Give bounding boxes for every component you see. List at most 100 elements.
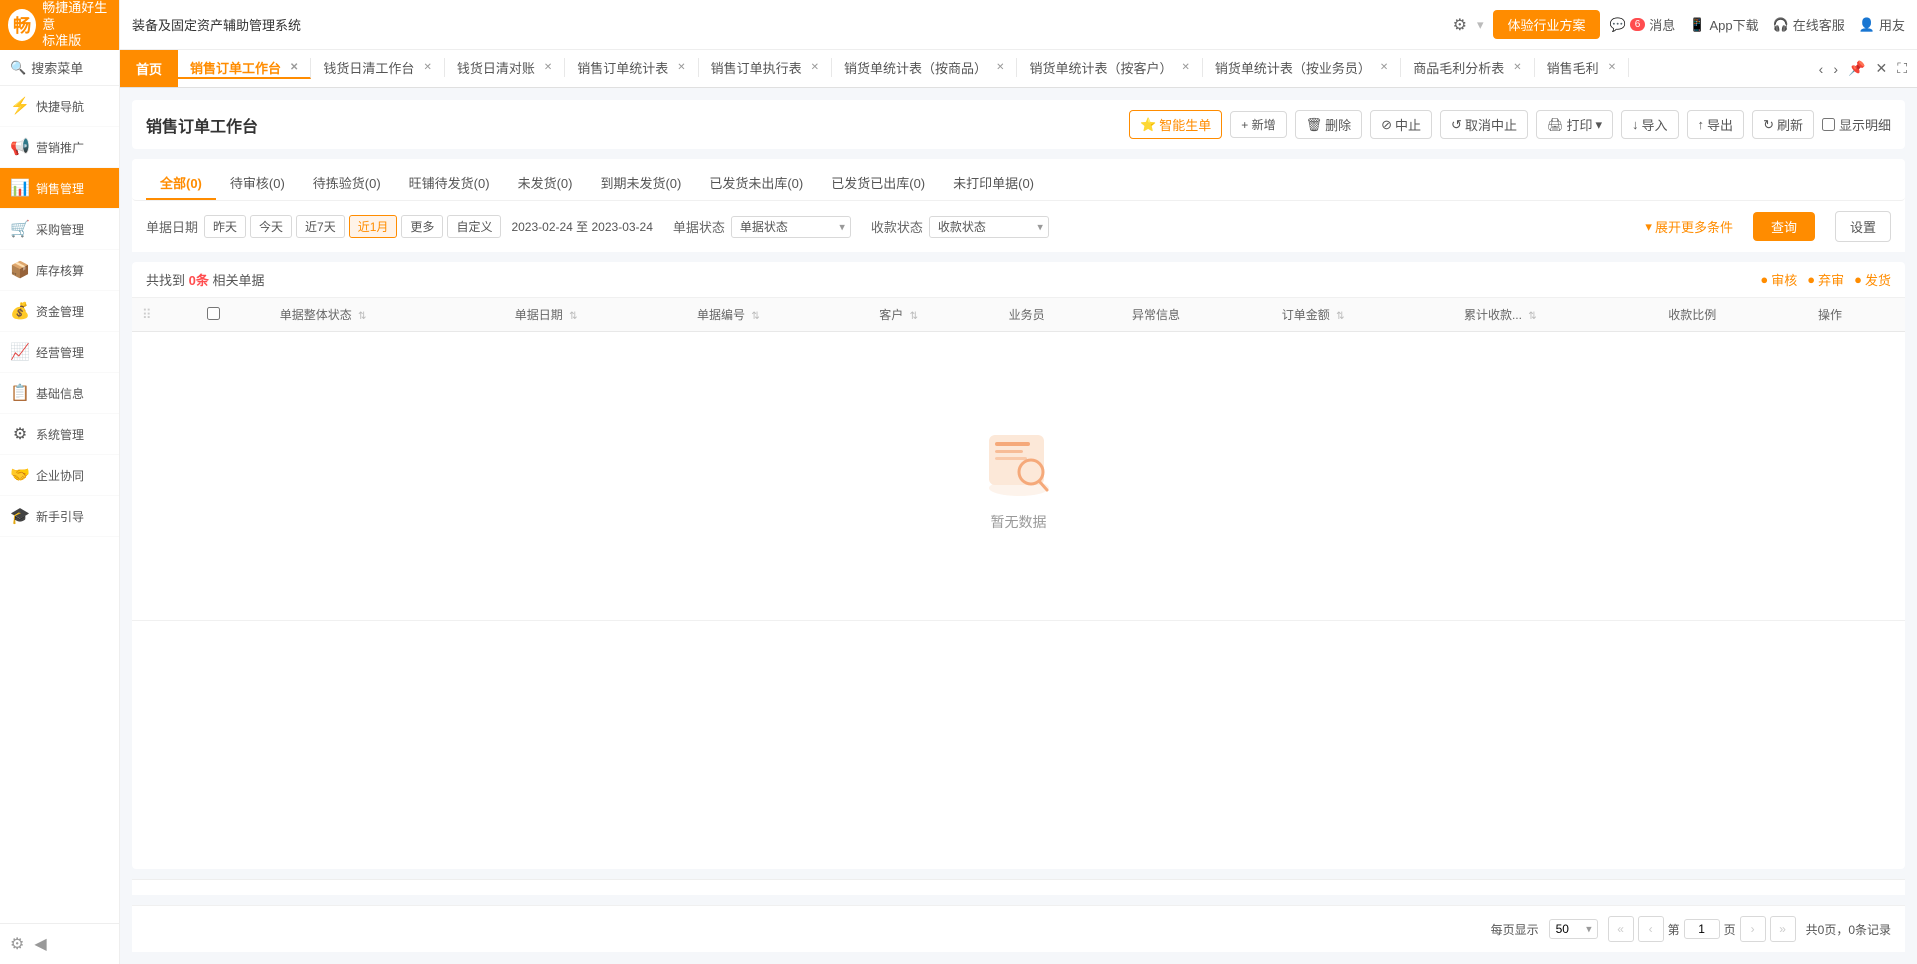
filter-tab-overdue-not-shipped[interactable]: 到期未发货(0) — [586, 167, 695, 200]
setting-btn[interactable]: 设置 — [1835, 211, 1891, 242]
per-page-select[interactable]: 102050100 — [1549, 919, 1598, 939]
tab-scroll-left[interactable]: ‹ — [1815, 59, 1828, 79]
tab-sales-order-workbench[interactable]: 销售订单工作台✕ — [178, 58, 311, 79]
suspend-btn[interactable]: ⊘ 中止 — [1370, 110, 1432, 139]
tab-home[interactable]: 首页 — [120, 50, 178, 87]
tab-close-sales-order-stats[interactable]: ✕ — [677, 62, 685, 73]
ship-action[interactable]: ● 发货 — [1854, 270, 1891, 289]
import-btn[interactable]: ↓ 导入 — [1621, 110, 1679, 139]
sidebar-item-finance[interactable]: 💰资金管理 — [0, 291, 119, 332]
add-btn[interactable]: + 新增 — [1230, 111, 1286, 138]
topbar-user[interactable]: 👤 用友 — [1859, 15, 1905, 34]
collapse-icon[interactable]: ◀ — [34, 934, 46, 954]
filter-tab-not-shipped[interactable]: 未发货(0) — [504, 167, 587, 200]
delete-btn[interactable]: 🗑 删除 — [1295, 110, 1363, 139]
tab-close-cash-goods-reconcile[interactable]: ✕ — [544, 62, 552, 73]
filter-tab-all[interactable]: 全部(0) — [146, 167, 216, 200]
sidebar-item-marketing[interactable]: 📢营销推广 — [0, 127, 119, 168]
sidebar-item-operation[interactable]: 📈经营管理 — [0, 332, 119, 373]
date-btn-more[interactable]: 更多 — [401, 215, 443, 238]
table-empty-cell: 暂无数据 — [132, 332, 1905, 621]
expand-btn[interactable]: ▾ 展开更多条件 — [1645, 217, 1733, 236]
filter-tab-shipped-not-out[interactable]: 已发货未出库(0) — [695, 167, 817, 200]
filter-tab-pending-inspect[interactable]: 待拣验货(0) — [299, 167, 395, 200]
show-detail-checkbox[interactable] — [1822, 118, 1835, 131]
tab-sales-profit[interactable]: 销售毛利✕ — [1535, 58, 1629, 77]
show-detail-label[interactable]: 显示明细 — [1822, 115, 1891, 134]
sidebar-item-system[interactable]: ⚙系统管理 — [0, 414, 119, 455]
topbar-messages[interactable]: 💬 6 消息 — [1610, 15, 1676, 34]
date-btn-custom[interactable]: 自定义 — [447, 215, 501, 238]
tab-sales-order-stats[interactable]: 销售订单统计表✕ — [565, 58, 698, 77]
th-date[interactable]: 单据日期 ⇅ — [505, 298, 687, 332]
tab-cash-daily-clear[interactable]: 钱货日清工作台✕ — [311, 58, 444, 77]
topbar-app-download[interactable]: 📱 App下载 — [1689, 15, 1758, 34]
print-btn[interactable]: 🖨 打印 ▾ — [1536, 110, 1613, 139]
sidebar-item-quick-nav[interactable]: ⚡快捷导航 — [0, 86, 119, 127]
horizontal-scrollbar[interactable] — [132, 879, 1905, 895]
tab-sales-order-exec[interactable]: 销售订单执行表✕ — [699, 58, 832, 77]
review-action[interactable]: ● 审核 — [1760, 270, 1797, 289]
sidebar-item-sales[interactable]: 📊销售管理 — [0, 168, 119, 209]
date-btn-yesterday[interactable]: 昨天 — [204, 215, 246, 238]
th-number[interactable]: 单据编号 ⇅ — [687, 298, 869, 332]
settings-icon[interactable]: ⚙ — [10, 934, 24, 954]
sidebar-item-basic[interactable]: 📋基础信息 — [0, 373, 119, 414]
date-btn-week[interactable]: 近7天 — [296, 215, 345, 238]
filter-tab-shipped-out[interactable]: 已发货已出库(0) — [817, 167, 939, 200]
cancel-suspend-btn[interactable]: ↺ 取消中止 — [1440, 110, 1528, 139]
tab-close-sales-stats-salesman[interactable]: ✕ — [1380, 62, 1388, 73]
first-page-btn[interactable]: « — [1608, 916, 1634, 942]
select-all-checkbox[interactable] — [207, 307, 220, 320]
industry-btn[interactable]: 体验行业方案 — [1493, 10, 1599, 39]
refresh-btn[interactable]: ↻ 刷新 — [1752, 110, 1814, 139]
nav-icon-operation: 📈 — [10, 342, 30, 362]
tab-product-margin[interactable]: 商品毛利分析表✕ — [1401, 58, 1534, 77]
tab-close-sales-order-workbench[interactable]: ✕ — [290, 62, 298, 73]
sidebar-item-inventory[interactable]: 📦库存核算 — [0, 250, 119, 291]
sidebar-item-guide[interactable]: 🎓新手引导 — [0, 496, 119, 537]
tab-close-sales-profit[interactable]: ✕ — [1608, 62, 1616, 73]
page-input[interactable]: 1 — [1684, 919, 1720, 939]
filter-tab-not-printed[interactable]: 未打印单据(0) — [939, 167, 1048, 200]
tab-sales-stats-customer[interactable]: 销货单统计表（按客户）✕ — [1017, 58, 1202, 77]
prev-page-btn[interactable]: ‹ — [1638, 916, 1664, 942]
tab-cash-goods-reconcile[interactable]: 钱货日清对账✕ — [445, 58, 565, 77]
th-status[interactable]: 单据整体状态 ⇅ — [270, 298, 505, 332]
tab-close-sales-order-exec[interactable]: ✕ — [811, 62, 819, 73]
date-btn-today[interactable]: 今天 — [250, 215, 292, 238]
date-btn-month[interactable]: 近1月 — [349, 215, 398, 238]
tab-close-product-margin[interactable]: ✕ — [1513, 62, 1521, 73]
th-order-amount[interactable]: 订单金额 ⇅ — [1272, 298, 1454, 332]
tab-close-cash-daily-clear[interactable]: ✕ — [423, 62, 431, 73]
tab-maximize[interactable]: ⛶ — [1893, 58, 1911, 79]
tab-close-sales-stats-product[interactable]: ✕ — [996, 62, 1004, 73]
topbar-dropdown-icon[interactable]: ▾ — [1477, 17, 1484, 33]
nav-icon-cooperation: 🤝 — [10, 465, 30, 485]
table-meta: 共找到 0条 相关单据 ● 审核 ● 弃审 ● 发货 — [132, 262, 1905, 298]
tab-close-all[interactable]: ✕ — [1871, 58, 1891, 79]
next-page-btn[interactable]: › — [1740, 916, 1766, 942]
sidebar-item-purchase[interactable]: 🛒采购管理 — [0, 209, 119, 250]
topbar-online-service[interactable]: 🎧 在线客服 — [1773, 15, 1845, 34]
sidebar-search[interactable]: 🔍 搜索菜单 — [0, 50, 119, 86]
payment-select[interactable]: 收款状态 — [929, 216, 1049, 238]
status-select[interactable]: 单据状态 — [731, 216, 851, 238]
tab-sales-stats-salesman[interactable]: 销货单统计表（按业务员）✕ — [1203, 58, 1401, 77]
filter-tab-pending-review[interactable]: 待审核(0) — [216, 167, 299, 200]
th-accumulated-payment[interactable]: 累计收款... ⇅ — [1454, 298, 1658, 332]
tab-close-sales-stats-customer[interactable]: ✕ — [1181, 62, 1189, 73]
query-btn[interactable]: 查询 — [1753, 212, 1815, 241]
tab-sales-stats-product[interactable]: 销货单统计表（按商品）✕ — [832, 58, 1017, 77]
topbar-settings-icon[interactable]: ⚙ — [1453, 15, 1467, 35]
tab-pin[interactable]: 📌 — [1844, 58, 1869, 79]
nav-label-basic: 基础信息 — [36, 385, 84, 402]
tab-scroll-right[interactable]: › — [1829, 59, 1842, 79]
cancel-review-action[interactable]: ● 弃审 — [1807, 270, 1844, 289]
last-page-btn[interactable]: » — [1770, 916, 1796, 942]
filter-tab-wangpu-pending-ship[interactable]: 旺铺待发货(0) — [395, 167, 504, 200]
export-btn[interactable]: ↑ 导出 — [1687, 110, 1745, 139]
smart-generate-btn[interactable]: ⭐ 智能生单 — [1129, 110, 1222, 139]
th-customer[interactable]: 客户 ⇅ — [869, 298, 998, 332]
sidebar-item-cooperation[interactable]: 🤝企业协同 — [0, 455, 119, 496]
